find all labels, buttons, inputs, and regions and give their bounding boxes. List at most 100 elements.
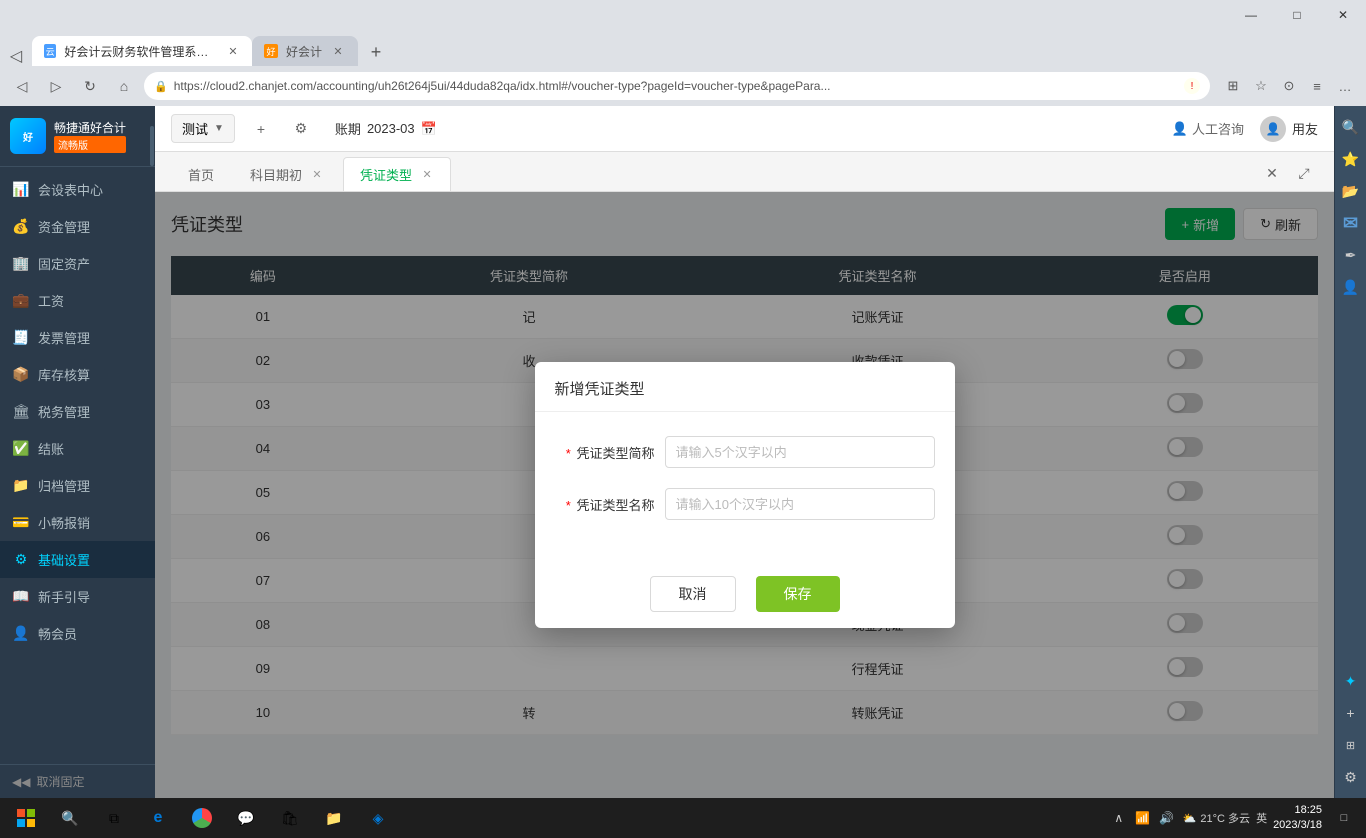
content-area: 凭证类型 + 新增 ↻ 刷新: [155, 192, 1334, 798]
calendar-icon[interactable]: 📅: [421, 121, 437, 137]
close-window-button[interactable]: ✕: [1320, 0, 1366, 30]
maximize-button[interactable]: □: [1274, 0, 1320, 30]
sidebar-item-guide[interactable]: 📖 新手引导: [0, 578, 155, 615]
copilot-button[interactable]: ✦: [1338, 668, 1364, 694]
sidebar-item-closing[interactable]: ✅ 结账: [0, 430, 155, 467]
browser-tab-inactive[interactable]: 好 好会计 ✕: [252, 36, 358, 66]
notification-button[interactable]: □: [1328, 802, 1360, 834]
extensions-button[interactable]: ⊞: [1220, 73, 1246, 99]
taskbar-item-wechat[interactable]: 💬: [226, 800, 266, 836]
voucher-name-input[interactable]: [665, 488, 935, 520]
consulting-label: 人工咨询: [1192, 119, 1244, 138]
cancel-button[interactable]: 取消: [650, 576, 736, 612]
collections-button[interactable]: ⊙: [1276, 73, 1302, 99]
sidebar-item-dashboard[interactable]: 📊 会设表中心: [0, 171, 155, 208]
add-workspace-button[interactable]: +: [247, 115, 275, 143]
folder-icon: 📁: [323, 807, 345, 829]
minimize-button[interactable]: —: [1228, 0, 1274, 30]
tab-home[interactable]: 首页: [171, 157, 231, 191]
settings-button[interactable]: …: [1332, 73, 1358, 99]
favorites-button[interactable]: ☆: [1248, 73, 1274, 99]
modal-overlay[interactable]: 新增凭证类型 * 凭证类型简称 *: [155, 192, 1334, 798]
browser-back-button[interactable]: ◁: [0, 46, 32, 66]
tab-close-panel-button[interactable]: ✕: [1258, 159, 1286, 187]
taskbar-item-task-view[interactable]: ⧉: [94, 800, 134, 836]
title-bar: — □ ✕: [0, 0, 1366, 30]
search-edge-button[interactable]: 🔍: [1338, 114, 1364, 140]
closing-icon: ✅: [12, 440, 30, 458]
new-tab-button[interactable]: +: [362, 38, 390, 66]
sidebar-item-label: 畅会员: [38, 624, 77, 643]
sidebar-item-settings[interactable]: ⚙ 基础设置: [0, 541, 155, 578]
settings-icon: ⚙: [12, 551, 30, 569]
wifi-icon[interactable]: 📶: [1133, 808, 1153, 828]
taskbar-item-folder[interactable]: 📁: [314, 800, 354, 836]
taskbar-item-edge2[interactable]: ◈: [358, 800, 398, 836]
input-method[interactable]: 英: [1256, 810, 1267, 826]
taskbar-item-store[interactable]: 🛍: [270, 800, 310, 836]
collapse-button[interactable]: ◀◀ 取消固定: [12, 773, 143, 790]
start-button[interactable]: [6, 802, 46, 834]
sidebar-item-member[interactable]: 👤 畅会员: [0, 615, 155, 652]
user-edge-button[interactable]: 👤: [1338, 274, 1364, 300]
wechat-icon: 💬: [235, 807, 257, 829]
modal-title: 新增凭证类型: [555, 378, 645, 399]
tab-subject[interactable]: 科目期初 ✕: [233, 157, 341, 191]
taskbar-search-button[interactable]: 🔍: [50, 802, 90, 834]
tab-close-1[interactable]: ✕: [226, 43, 240, 59]
feather-edge-button[interactable]: ✒: [1338, 242, 1364, 268]
tray-arrow-icon[interactable]: ∧: [1109, 808, 1129, 828]
collection-edge-button[interactable]: 📂: [1338, 178, 1364, 204]
weather-info[interactable]: ⛅ 21°C 多云: [1183, 810, 1250, 826]
logo-text: 畅捷通好合计: [54, 119, 126, 136]
windows-logo-icon: [17, 809, 35, 827]
consulting-button[interactable]: 👤 人工咨询: [1172, 119, 1244, 138]
taskbar-right: ∧ 📶 🔊 ⛅ 21°C 多云 英 18:25 2023/3/18 □: [1109, 802, 1360, 834]
refresh-button[interactable]: ↻: [76, 72, 104, 100]
user-info[interactable]: 👤 用友: [1260, 116, 1318, 142]
sidebar-bottom: ◀◀ 取消固定: [0, 764, 155, 798]
back-button[interactable]: ◁: [8, 72, 36, 100]
tab-voucher-type[interactable]: 凭证类型 ✕: [343, 157, 451, 191]
modal-footer: 取消 保存: [535, 564, 955, 628]
workspace-settings-button[interactable]: ⚙: [287, 115, 315, 143]
sidebar-item-finance[interactable]: 💰 资金管理: [0, 208, 155, 245]
sidebar-item-invoice[interactable]: 🧾 发票管理: [0, 319, 155, 356]
taskbar-time[interactable]: 18:25 2023/3/18: [1273, 803, 1322, 834]
member-icon: 👤: [12, 625, 30, 643]
sidebar-item-assets[interactable]: 🏢 固定资产: [0, 245, 155, 282]
sidebar-item-tax[interactable]: 🏛 税务管理: [0, 393, 155, 430]
grid-edge-button[interactable]: ⊞: [1338, 732, 1364, 758]
voucher-abbr-input[interactable]: [665, 436, 935, 468]
tab-close-2[interactable]: ✕: [330, 43, 346, 59]
star-edge-button[interactable]: ⭐: [1338, 146, 1364, 172]
sidebar-item-label: 归档管理: [38, 476, 90, 495]
sidebar-item-label: 结账: [38, 439, 64, 458]
tab-expand-button[interactable]: ⤢: [1290, 159, 1318, 187]
sidebar-item-payroll[interactable]: 💼 工资: [0, 282, 155, 319]
tab-voucher-close[interactable]: ✕: [420, 168, 434, 182]
sidebar: 好 畅捷通好合计 流畅版 📊 会设表中心 💰 资金管理 🏢 固定资产 💼 工资: [0, 106, 155, 798]
url-input[interactable]: 🔒 https://cloud2.chanjet.com/accounting/…: [144, 72, 1210, 100]
workspace-selector[interactable]: 测试 ▼: [171, 114, 235, 143]
sidebar-item-inventory[interactable]: 📦 库存核算: [0, 356, 155, 393]
tab-subject-close[interactable]: ✕: [310, 168, 324, 182]
tab-label-2: 好会计: [286, 43, 322, 60]
taskbar-item-chrome[interactable]: [182, 800, 222, 836]
forward-button[interactable]: ▷: [42, 72, 70, 100]
form-abbr-label: * 凭证类型简称: [555, 443, 665, 462]
sidebar-item-label: 库存核算: [38, 365, 90, 384]
reading-view-button[interactable]: ≡: [1304, 73, 1330, 99]
expense-icon: 💳: [12, 514, 30, 532]
outlook-edge-button[interactable]: ✉: [1338, 210, 1364, 236]
browser-tab-active[interactable]: 云 好会计云财务软件管理系统_会计 ✕: [32, 36, 252, 66]
sidebar-item-label: 工资: [38, 291, 64, 310]
plus-edge-button[interactable]: +: [1338, 700, 1364, 726]
taskbar-item-edge[interactable]: e: [138, 800, 178, 836]
sidebar-item-archive[interactable]: 📁 归档管理: [0, 467, 155, 504]
tab-favicon-1: 云: [44, 44, 56, 58]
speaker-icon[interactable]: 🔊: [1157, 808, 1177, 828]
sidebar-item-expense[interactable]: 💳 小畅报销: [0, 504, 155, 541]
home-button[interactable]: ⌂: [110, 72, 138, 100]
save-button[interactable]: 保存: [756, 576, 840, 612]
